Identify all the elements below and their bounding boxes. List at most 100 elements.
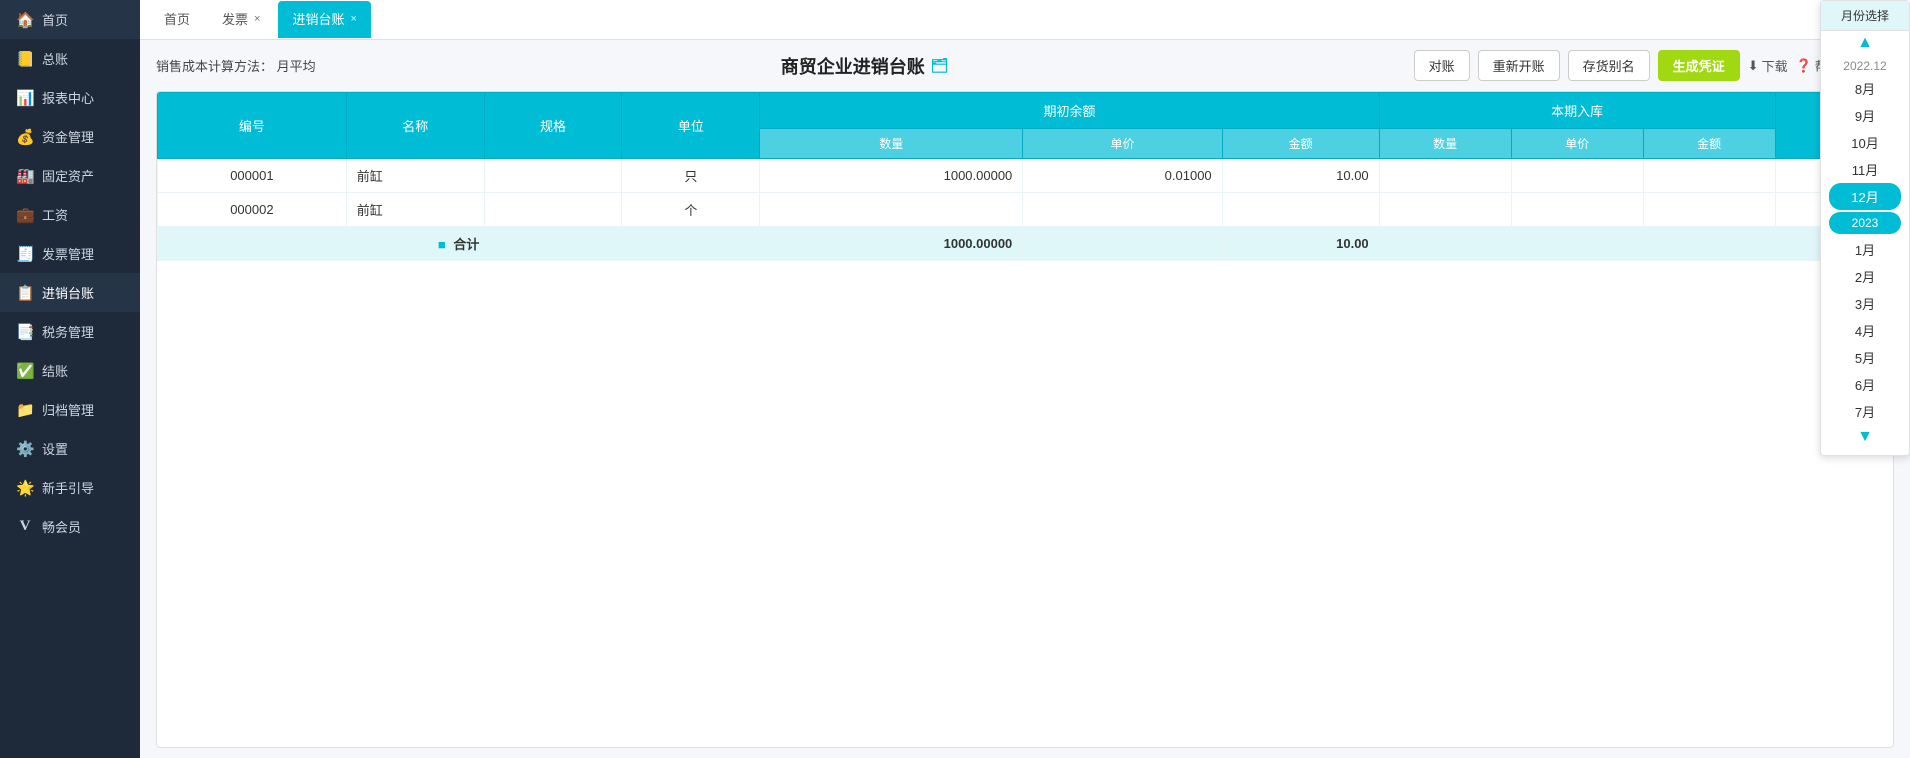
reports-icon: 📊 — [16, 89, 34, 107]
cell-unit-2: 个 — [622, 193, 760, 227]
cell-id-2: 000002 — [158, 193, 347, 227]
sub-header-price-in: 单价 — [1511, 129, 1643, 159]
sidebar: 🏠 首页 📒 总账 📊 报表中心 💰 资金管理 🏭 固定资产 💼 工资 🧾 发票… — [0, 0, 140, 758]
tab-invoice-close[interactable]: × — [254, 13, 260, 25]
tab-purchase-sales-close[interactable]: × — [350, 13, 356, 25]
month-nav-down-button[interactable]: ▼ — [1851, 428, 1879, 446]
cell-id-1: 000001 — [158, 159, 347, 193]
year-2023-badge: 2023 — [1829, 212, 1901, 234]
cost-method-label: 销售成本计算方法： — [156, 59, 273, 74]
sidebar-item-invoice-mgmt[interactable]: 🧾 发票管理 — [0, 234, 140, 273]
cell-qty-open-1: 1000.00000 — [760, 159, 1023, 193]
sidebar-label-ledger: 总账 — [42, 49, 68, 68]
sidebar-item-reports[interactable]: 📊 报表中心 — [0, 78, 140, 117]
cell-amount-in-2 — [1643, 193, 1775, 227]
table-row: 000001 前缸 只 1000.00000 0.01000 10.00 — [158, 159, 1893, 193]
generate-voucher-button[interactable]: 生成凭证 — [1658, 50, 1740, 81]
col-header-name: 名称 — [346, 93, 484, 159]
sub-header-qty-in: 数量 — [1379, 129, 1511, 159]
month-item-4[interactable]: 4月 — [1821, 317, 1909, 344]
month-item-1[interactable]: 1月 — [1821, 236, 1909, 263]
sidebar-label-payroll: 工资 — [42, 205, 68, 224]
cell-name-2: 前缸 — [346, 193, 484, 227]
page-title-info-icon[interactable]: 🗂 — [931, 57, 949, 74]
sidebar-label-purchase-sales: 进销台账 — [42, 283, 94, 302]
col-header-opening: 期初余额 — [760, 93, 1379, 129]
sidebar-label-vip: 畅会员 — [42, 517, 81, 536]
col-header-inbound: 本期入库 — [1379, 93, 1775, 129]
cell-price-in-1 — [1511, 159, 1643, 193]
sidebar-item-home[interactable]: 🏠 首页 — [0, 0, 140, 39]
month-item-3[interactable]: 3月 — [1821, 290, 1909, 317]
sidebar-item-payroll[interactable]: 💼 工资 — [0, 195, 140, 234]
tab-bar: 首页 发票 × 进销台账 × ✕ ⛶ — [140, 0, 1910, 40]
cell-amount-open-1: 10.00 — [1222, 159, 1379, 193]
total-amount-open: 10.00 — [1222, 227, 1379, 261]
page-title-text: 商贸企业进销台账 — [781, 53, 925, 79]
closing-icon: ✅ — [16, 362, 34, 380]
ledger-icon: 📒 — [16, 50, 34, 68]
tab-invoice[interactable]: 发票 × — [208, 1, 274, 38]
sidebar-item-closing[interactable]: ✅ 结账 — [0, 351, 140, 390]
month-item-2[interactable]: 2月 — [1821, 263, 1909, 290]
tab-invoice-label: 发票 — [222, 9, 248, 28]
sidebar-item-ledger[interactable]: 📒 总账 — [0, 39, 140, 78]
month-picker-nav-up: ▲ — [1821, 31, 1909, 55]
tab-home-label: 首页 — [164, 9, 190, 28]
sidebar-label-archive: 归档管理 — [42, 400, 94, 419]
data-table-wrapper: 编号 名称 规格 单位 期初余额 本期入库 数量 单价 金额 数量 单价 — [156, 91, 1894, 748]
month-item-9[interactable]: 9月 — [1821, 102, 1909, 129]
save-alias-button[interactable]: 存货别名 — [1568, 50, 1650, 81]
download-button[interactable]: ⬇ 下载 — [1748, 56, 1788, 75]
total-qty-in — [1379, 227, 1511, 261]
month-item-10[interactable]: 10月 — [1821, 129, 1909, 156]
month-item-5[interactable]: 5月 — [1821, 344, 1909, 371]
sidebar-item-archive[interactable]: 📁 归档管理 — [0, 390, 140, 429]
sidebar-label-reports: 报表中心 — [42, 88, 94, 107]
year-2022-label: 2022.12 — [1821, 55, 1909, 75]
sub-header-qty-open: 数量 — [760, 129, 1023, 159]
sidebar-item-purchase-sales[interactable]: 📋 进销台账 — [0, 273, 140, 312]
total-label-cell: ■ 合计 — [158, 227, 760, 261]
reconcile-button[interactable]: 对账 — [1414, 50, 1470, 81]
cell-spec-1 — [484, 159, 622, 193]
sidebar-label-settings: 设置 — [42, 439, 68, 458]
sidebar-item-tax[interactable]: 📑 税务管理 — [0, 312, 140, 351]
sidebar-item-guide[interactable]: 🌟 新手引导 — [0, 468, 140, 507]
home-icon: 🏠 — [16, 11, 34, 29]
month-nav-up-button[interactable]: ▲ — [1851, 34, 1879, 52]
sub-header-amount-open: 金额 — [1222, 129, 1379, 159]
sidebar-label-funds: 资金管理 — [42, 127, 94, 146]
page-title: 商贸企业进销台账 🗂 — [316, 53, 1414, 79]
col-header-unit: 单位 — [622, 93, 760, 159]
month-item-7[interactable]: 7月 — [1821, 398, 1909, 425]
month-item-6[interactable]: 6月 — [1821, 371, 1909, 398]
cell-name-1: 前缸 — [346, 159, 484, 193]
sidebar-label-closing: 结账 — [42, 361, 68, 380]
download-label: 下载 — [1762, 56, 1788, 75]
cell-qty-open-2 — [760, 193, 1023, 227]
tab-purchase-sales[interactable]: 进销台账 × — [278, 1, 370, 38]
total-qty-open: 1000.00000 — [760, 227, 1023, 261]
invoice-mgmt-icon: 🧾 — [16, 245, 34, 263]
cell-price-open-2 — [1023, 193, 1222, 227]
sidebar-label-tax: 税务管理 — [42, 322, 94, 341]
sidebar-item-vip[interactable]: V 畅会员 — [0, 507, 140, 546]
vip-icon: V — [16, 518, 34, 535]
sidebar-item-assets[interactable]: 🏭 固定资产 — [0, 156, 140, 195]
month-picker-panel: 月份选择 ▲ 2022.12 8月 9月 10月 11月 12月 2023 1月… — [1820, 0, 1910, 456]
sidebar-item-funds[interactable]: 💰 资金管理 — [0, 117, 140, 156]
sub-header-amount-in: 金额 — [1643, 129, 1775, 159]
total-label: 合计 — [453, 237, 479, 252]
sidebar-item-settings[interactable]: ⚙️ 设置 — [0, 429, 140, 468]
month-item-12[interactable]: 12月 — [1829, 183, 1901, 210]
tab-home[interactable]: 首页 — [150, 1, 204, 38]
cell-amount-open-2 — [1222, 193, 1379, 227]
archive-icon: 📁 — [16, 401, 34, 419]
month-item-8[interactable]: 8月 — [1821, 75, 1909, 102]
reopen-button[interactable]: 重新开账 — [1478, 50, 1560, 81]
total-price-in — [1511, 227, 1643, 261]
cell-unit-1: 只 — [622, 159, 760, 193]
month-item-11[interactable]: 11月 — [1821, 156, 1909, 183]
cell-qty-in-2 — [1379, 193, 1511, 227]
